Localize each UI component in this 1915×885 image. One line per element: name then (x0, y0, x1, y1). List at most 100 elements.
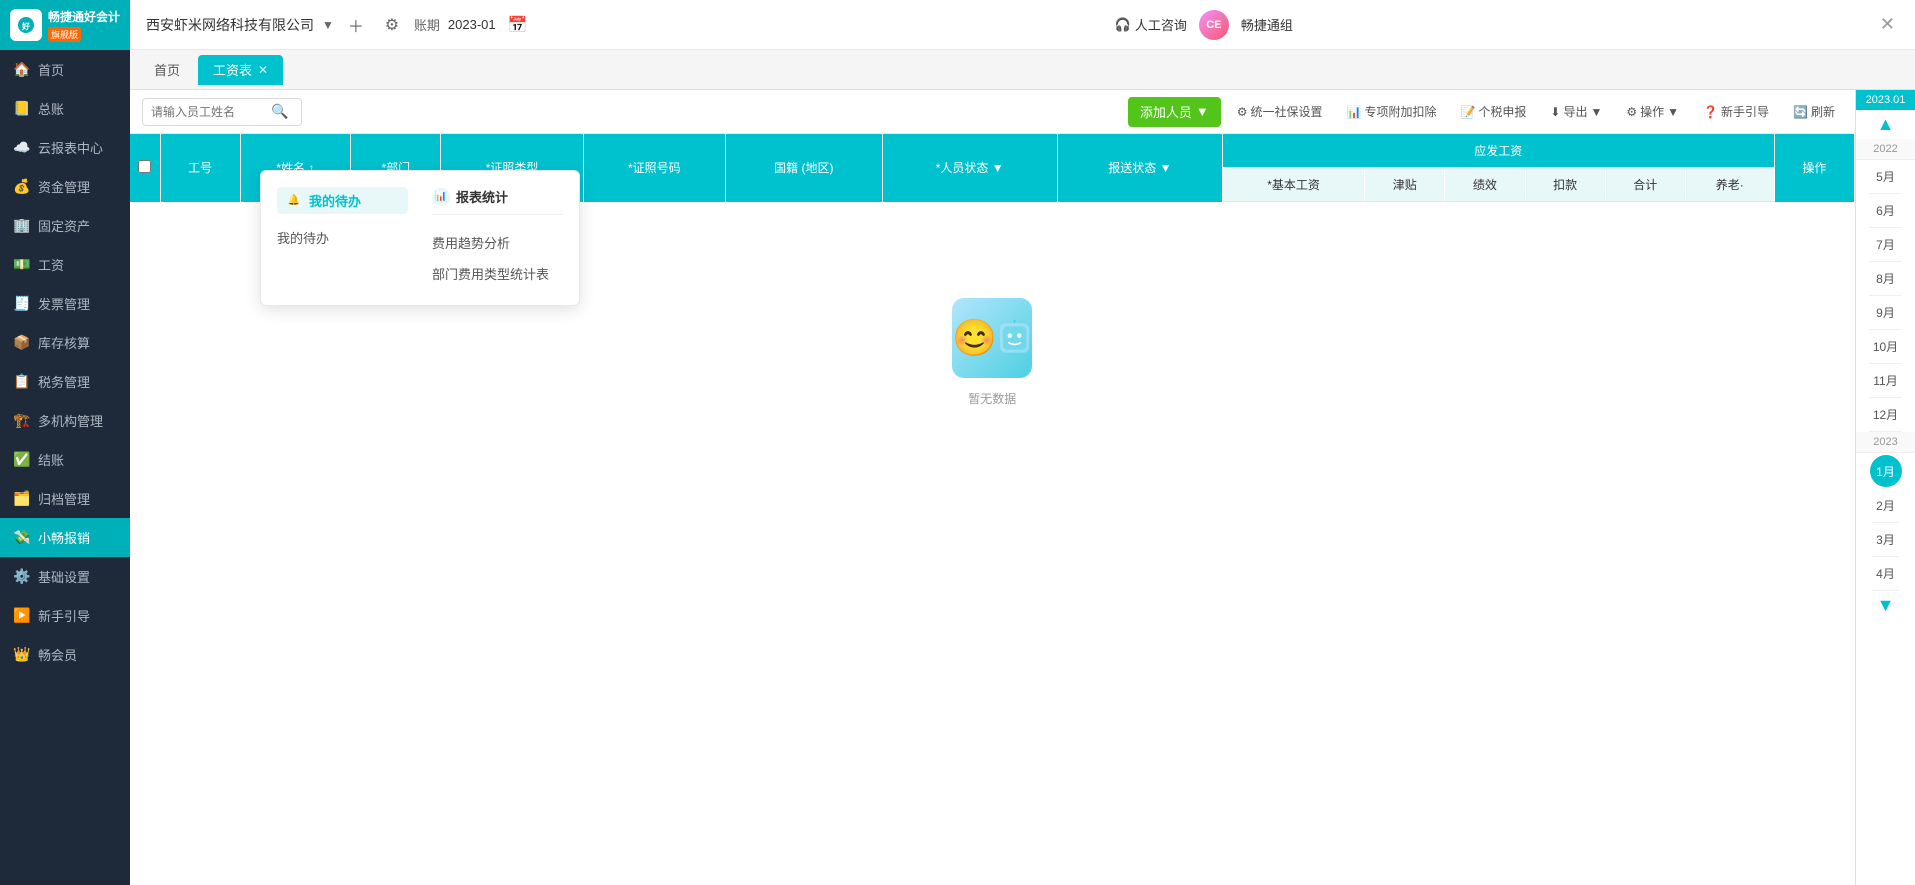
th-salary-group: 应发工资 (1222, 134, 1774, 168)
sidebar-icon-12: 💸 (14, 530, 30, 546)
period-value[interactable]: 2023-01 (448, 17, 496, 32)
sidebar-item-6[interactable]: 🧾发票管理 (0, 284, 130, 323)
sidebar-item-4[interactable]: 🏢固定资产 (0, 206, 130, 245)
month-panel: 2023.01 ▲ 2022 5月6月7月8月9月10月11月12月 2023 … (1855, 90, 1915, 885)
content-area: 🔍 添加人员 ▼ ⚙ 统一社保设置 📊 专项附加扣除 📝 个税申报 (130, 90, 1915, 885)
user-name: 畅捷通组 (1241, 15, 1293, 34)
search-icon[interactable]: 🔍 (271, 103, 288, 120)
month-2022-9月[interactable]: 9月 (1869, 296, 1902, 330)
search-input[interactable] (151, 105, 271, 119)
th-operations: 操作 (1774, 134, 1854, 202)
svg-text:好: 好 (21, 21, 30, 31)
social-security-btn[interactable]: ⚙ 统一社保设置 (1229, 98, 1331, 126)
operations-btn[interactable]: ⚙ 操作 ▼ (1618, 98, 1687, 126)
special-deduction-btn[interactable]: 📊 专项附加扣除 (1338, 98, 1444, 126)
th-basic-salary: *基本工资 (1222, 168, 1364, 202)
sidebar-item-5[interactable]: 💵 工资 (0, 245, 130, 284)
tab-home[interactable]: 首页 (140, 55, 194, 85)
company-dropdown-icon[interactable]: ▼ (322, 18, 334, 32)
month-2023-4月[interactable]: 4月 (1872, 557, 1899, 591)
sidebar-item-2[interactable]: ☁️云报表中心 (0, 128, 130, 167)
tax-declaration-icon: 📝 (1460, 105, 1475, 119)
operations-label: 操作 (1640, 103, 1664, 120)
month-2022-8月[interactable]: 8月 (1869, 262, 1902, 296)
th-deduction: 扣款 (1525, 168, 1605, 202)
app-logo: 好 畅捷通好会计 旗舰版 (0, 0, 130, 50)
popup-report-item-2[interactable]: 部门费用类型统计表 (432, 258, 563, 289)
sidebar-item-10[interactable]: ✅结账 (0, 440, 130, 479)
sidebar-item-3[interactable]: 💰资金管理 (0, 167, 130, 206)
sidebar-label-5: 工资 (38, 255, 64, 274)
add-person-button[interactable]: 添加人员 ▼ (1128, 97, 1221, 127)
sidebar-label-4: 固定资产 (38, 216, 90, 235)
sidebar-item-8[interactable]: 📋税务管理 (0, 362, 130, 401)
guide-icon: ❓ (1703, 105, 1718, 119)
add-person-dropdown-icon: ▼ (1196, 104, 1209, 119)
month-2022-11月[interactable]: 11月 (1869, 364, 1902, 398)
months-2023-after: 2月3月4月 (1872, 489, 1899, 591)
tab-salary-close[interactable]: ✕ (258, 63, 268, 77)
sidebar-label-1: 总账 (38, 99, 64, 118)
popup-todo-item-1[interactable]: 我的待办 (277, 222, 408, 253)
month-item-jan[interactable]: 1月 (1870, 455, 1902, 487)
special-deduction-icon: 📊 (1346, 105, 1361, 119)
main-area: 西安虾米网络科技有限公司 ▼ ＋ ⚙ 账期 2023-01 📅 🎧 人工咨询 C… (130, 0, 1915, 885)
settings-icon[interactable]: ⚙ (378, 11, 406, 39)
popup-section: 🔔 我的待办 我的待办 📊 报表统计 费用趋势分析 (277, 187, 563, 289)
guide-btn[interactable]: ❓ 新手引导 (1695, 98, 1777, 126)
sidebar-item-13[interactable]: ⚙️基础设置 (0, 557, 130, 596)
tax-declaration-btn[interactable]: 📝 个税申报 (1452, 98, 1534, 126)
sidebar-item-12[interactable]: 💸小畅报销 (0, 518, 130, 557)
popup-reports-title[interactable]: 📊 报表统计 (432, 187, 563, 215)
empty-text: 暂无数据 (968, 390, 1016, 407)
customer-service-label: 人工咨询 (1135, 15, 1187, 34)
sidebar-item-15[interactable]: 👑畅会员 (0, 635, 130, 674)
popup-todo-title[interactable]: 🔔 我的待办 (277, 187, 408, 214)
popup-report-item-1[interactable]: 费用趋势分析 (432, 227, 563, 258)
sidebar-item-7[interactable]: 📦库存核算 (0, 323, 130, 362)
add-person-label: 添加人员 (1140, 102, 1192, 121)
month-panel-down[interactable]: ▼ (1856, 591, 1915, 620)
sidebar-icon-7: 📦 (14, 335, 30, 351)
refresh-btn[interactable]: 🔄 刷新 (1785, 98, 1843, 126)
sidebar-item-9[interactable]: 🏗️多机构管理 (0, 401, 130, 440)
select-all-checkbox[interactable] (138, 160, 151, 173)
month-2022-6月[interactable]: 6月 (1869, 194, 1902, 228)
month-2023-3月[interactable]: 3月 (1872, 523, 1899, 557)
sidebar-item-0[interactable]: 🏠首页 (0, 50, 130, 89)
logo-title: 畅捷通好会计 (48, 8, 120, 25)
th-id: 工号 (160, 134, 240, 202)
add-company-btn[interactable]: ＋ (342, 11, 370, 39)
sidebar-icon-10: ✅ (14, 452, 30, 468)
month-2022-12月[interactable]: 12月 (1869, 398, 1902, 432)
tax-declaration-label: 个税申报 (1478, 103, 1526, 120)
user-avatar[interactable]: CE (1199, 10, 1229, 40)
sidebar-label-3: 资金管理 (38, 177, 90, 196)
salary-area: 🔍 添加人员 ▼ ⚙ 统一社保设置 📊 专项附加扣除 📝 个税申报 (130, 90, 1855, 885)
month-panel-up[interactable]: ▲ (1856, 110, 1915, 139)
popup-reports-label: 报表统计 (456, 187, 508, 206)
sidebar-item-11[interactable]: 🗂️归档管理 (0, 479, 130, 518)
th-nationality: 国籍 (地区) (725, 134, 882, 202)
month-2022-10月[interactable]: 10月 (1869, 330, 1902, 364)
month-2022-7月[interactable]: 7月 (1869, 228, 1902, 262)
customer-service-btn[interactable]: 🎧 人工咨询 (1115, 15, 1187, 34)
month-2022-5月[interactable]: 5月 (1869, 160, 1902, 194)
sidebar-label-14: 新手引导 (38, 606, 90, 625)
calendar-icon[interactable]: 📅 (504, 11, 532, 39)
popup-col-todo: 🔔 我的待办 我的待办 (277, 187, 408, 289)
sidebar-icon-5: 💵 (14, 257, 30, 273)
tabbar: 首页 工资表 ✕ (130, 50, 1915, 90)
topbar-right: 🎧 人工咨询 CE 畅捷通组 (1115, 10, 1293, 40)
sidebar-item-14[interactable]: ▶️新手引导 (0, 596, 130, 635)
topbar-close-btn[interactable]: ✕ (1876, 10, 1899, 39)
month-2023-2月[interactable]: 2月 (1872, 489, 1899, 523)
search-box[interactable]: 🔍 (142, 98, 302, 126)
tab-salary[interactable]: 工资表 ✕ (198, 55, 283, 85)
toolbar: 🔍 添加人员 ▼ ⚙ 统一社保设置 📊 专项附加扣除 📝 个税申报 (130, 90, 1855, 134)
sidebar-icon-13: ⚙️ (14, 569, 30, 585)
sidebar-icon-1: 📒 (14, 101, 30, 117)
sidebar-item-1[interactable]: 📒 总账 (0, 89, 130, 128)
th-pension: 养老· (1685, 168, 1774, 202)
export-btn[interactable]: ⬇ 导出 ▼ (1542, 98, 1610, 126)
